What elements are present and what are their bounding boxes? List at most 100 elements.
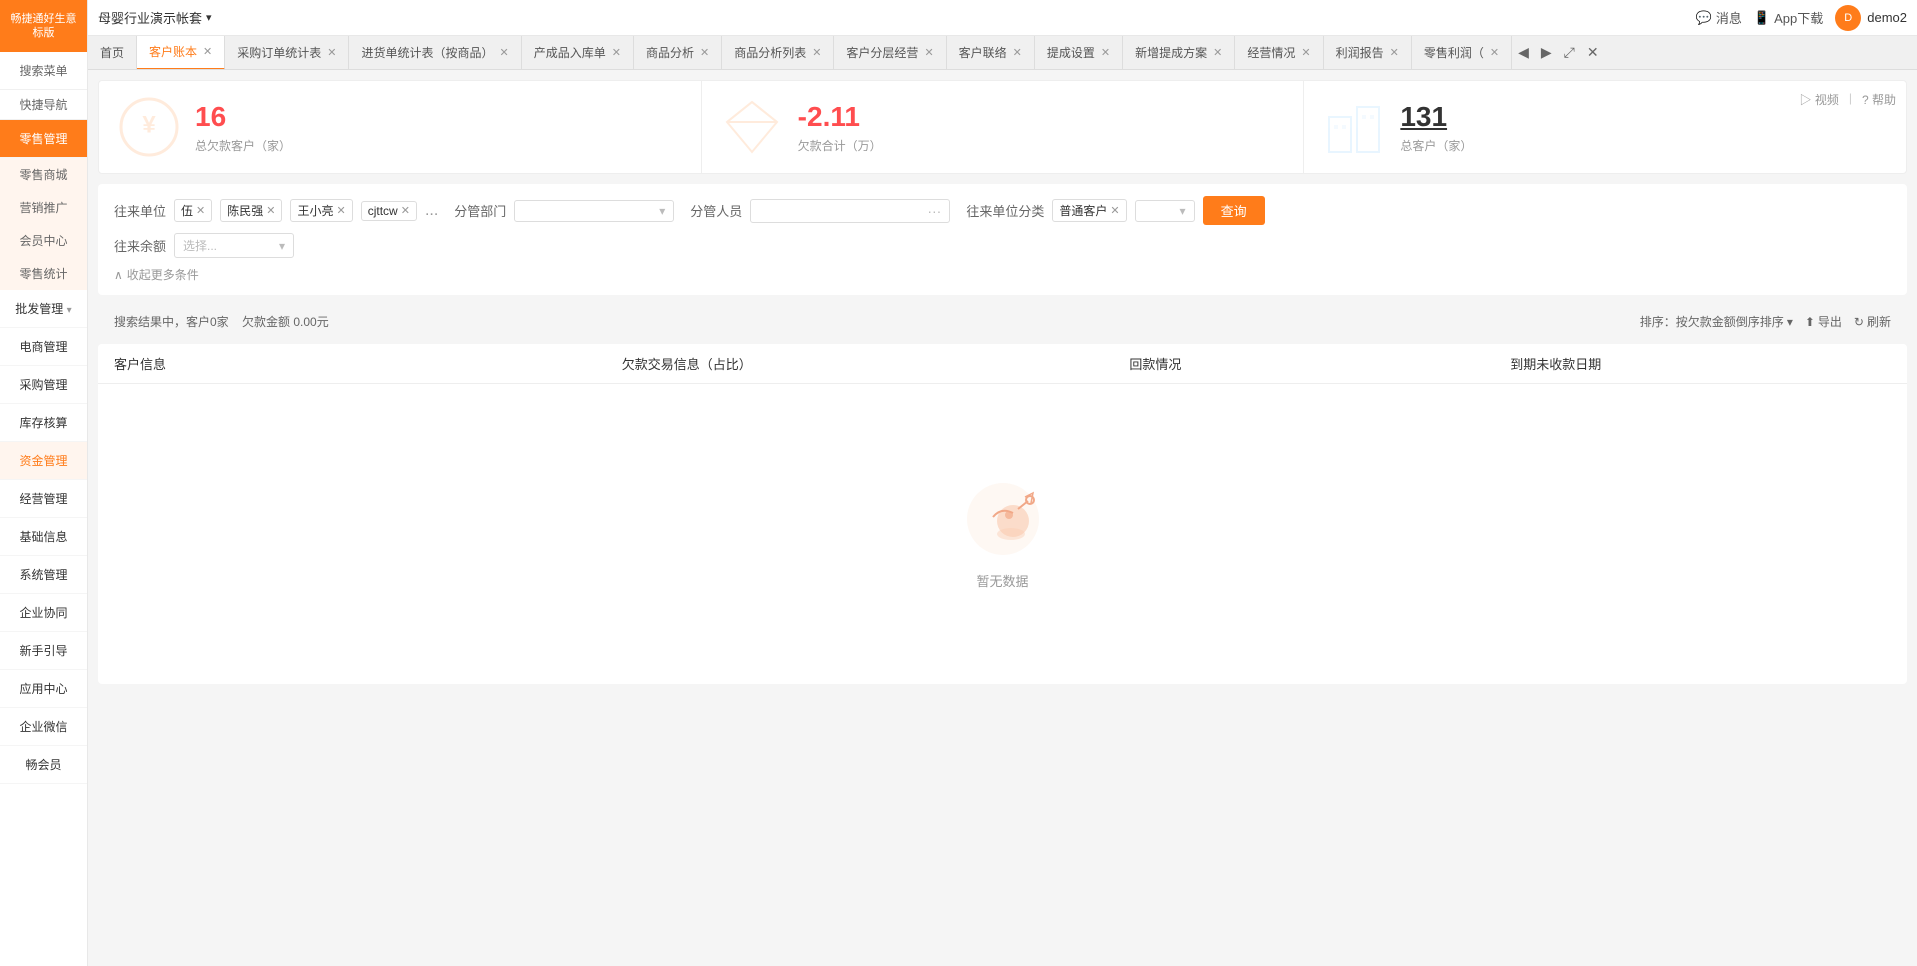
industry-selector[interactable]: 母婴行业演示帐套 ▾ xyxy=(98,8,212,27)
stat-label-debt: 欠款合计（万） xyxy=(798,137,882,154)
sidebar-quick-nav[interactable]: 快捷导航 xyxy=(0,90,87,120)
tab-purchase-order[interactable]: 采购订单统计表 ✕ xyxy=(225,36,349,70)
tab-scroll-left[interactable]: ◀ xyxy=(1512,36,1535,70)
sidebar-sub-member-center[interactable]: 会员中心 xyxy=(0,224,87,257)
tab-close-icon-4[interactable]: ✕ xyxy=(612,46,621,59)
tab-profit[interactable]: 利润报告 ✕ xyxy=(1324,36,1412,70)
collapse-button[interactable]: ∧ 收起更多条件 xyxy=(114,266,1891,283)
top-bar: 母婴行业演示帐套 ▾ 💬 消息 📱 App下载 D demo2 xyxy=(88,0,1917,36)
sidebar-item-purchase[interactable]: 采购管理 xyxy=(0,366,87,404)
sidebar-sub-marketing[interactable]: 营销推广 xyxy=(0,191,87,224)
filter-tag-unit-0[interactable]: 伍 ✕ xyxy=(174,199,212,222)
top-bar-right: 💬 消息 📱 App下载 D demo2 xyxy=(1696,5,1907,31)
tab-close-icon[interactable]: ✕ xyxy=(203,45,212,58)
sidebar-item-app-center[interactable]: 应用中心 xyxy=(0,670,87,708)
tab-customer-contact[interactable]: 客户联络 ✕ xyxy=(947,36,1035,70)
industry-name: 母婴行业演示帐套 xyxy=(98,8,202,27)
filter-tag-close-0[interactable]: ✕ xyxy=(196,204,205,217)
tab-customer-segment[interactable]: 客户分层经营 ✕ xyxy=(834,36,946,70)
tab-close-icon-7[interactable]: ✕ xyxy=(924,46,933,59)
app-icon: 📱 xyxy=(1754,10,1770,26)
tab-close-icon-9[interactable]: ✕ xyxy=(1101,46,1110,59)
refresh-button[interactable]: ↻ 刷新 xyxy=(1854,313,1891,330)
sidebar-sub-retail-mall[interactable]: 零售商城 xyxy=(0,158,87,191)
tab-close-icon-11[interactable]: ✕ xyxy=(1301,46,1310,59)
table-header: 客户信息 欠款交易信息（占比） 回款情况 到期未收款日期 xyxy=(98,344,1907,384)
person-more-icon: ··· xyxy=(927,203,941,219)
tab-close-icon-8[interactable]: ✕ xyxy=(1013,46,1022,59)
tab-close-icon-2[interactable]: ✕ xyxy=(327,46,336,59)
sidebar-item-basic-info[interactable]: 基础信息 xyxy=(0,518,87,556)
filter-tag-close-2[interactable]: ✕ xyxy=(337,204,346,217)
sidebar-item-ecommerce[interactable]: 电商管理 xyxy=(0,328,87,366)
tab-incoming-stats[interactable]: 进货单统计表（按商品） ✕ xyxy=(349,36,521,70)
tab-close-icon-5[interactable]: ✕ xyxy=(700,46,709,59)
help-link[interactable]: ? 帮助 xyxy=(1862,91,1896,108)
filter-more-btn[interactable]: ... xyxy=(425,202,438,220)
tab-expand-icon[interactable]: ⤢ xyxy=(1558,36,1581,70)
sidebar-item-enterprise[interactable]: 企业协同 xyxy=(0,594,87,632)
filter-tag-class[interactable]: 普通客户 ✕ xyxy=(1052,199,1126,222)
user-profile[interactable]: D demo2 xyxy=(1835,5,1907,31)
dept-arrow-icon: ▾ xyxy=(659,204,665,218)
sidebar-item-wholesale[interactable]: 批发管理 ▾ xyxy=(0,290,87,328)
class-arrow-icon: ▾ xyxy=(1180,204,1186,218)
tab-close-icon-10[interactable]: ✕ xyxy=(1213,46,1222,59)
col-debt-info: 欠款交易信息（占比） xyxy=(622,354,1130,373)
sidebar-item-guide[interactable]: 新手引导 xyxy=(0,632,87,670)
sidebar-item-retail-management[interactable]: 零售管理 xyxy=(0,120,87,158)
balance-select[interactable]: 选择... ▾ xyxy=(174,233,294,258)
sidebar-search[interactable]: 搜索菜单 xyxy=(0,52,87,90)
sort-select[interactable]: 排序：按欠款金额倒序排序 ▾ xyxy=(1640,313,1793,330)
filter-tag-class-close[interactable]: ✕ xyxy=(1110,204,1119,217)
industry-chevron-icon: ▾ xyxy=(206,11,212,24)
query-button[interactable]: 查询 xyxy=(1203,196,1265,225)
stats-row: ¥ 16 总欠款客户（家） xyxy=(98,80,1907,174)
message-button[interactable]: 💬 消息 xyxy=(1696,8,1742,27)
sidebar-item-inventory[interactable]: 库存核算 xyxy=(0,404,87,442)
balance-label: 往来余额 xyxy=(114,236,166,255)
filter-row-1: 往来单位 伍 ✕ 陈民强 ✕ 王小亮 ✕ cjttcw ✕ ... xyxy=(114,196,1891,225)
tab-home[interactable]: 首页 xyxy=(88,36,137,70)
dept-select[interactable]: ▾ xyxy=(514,200,674,222)
tab-close-icon-13[interactable]: ✕ xyxy=(1490,46,1499,59)
filter-tag-unit-2[interactable]: 王小亮 ✕ xyxy=(290,199,352,222)
tab-product-analysis-list[interactable]: 商品分析列表 ✕ xyxy=(722,36,834,70)
filter-tag-close-3[interactable]: ✕ xyxy=(401,204,410,217)
svg-text:¥: ¥ xyxy=(142,111,156,138)
tab-retail-profit[interactable]: 零售利润（ ✕ xyxy=(1412,36,1512,70)
unit-class-select[interactable]: ▾ xyxy=(1135,200,1195,222)
filter-tag-close-1[interactable]: ✕ xyxy=(266,204,275,217)
tab-product-inbound[interactable]: 产成品入库单 ✕ xyxy=(522,36,634,70)
app-download-button[interactable]: 📱 App下载 xyxy=(1754,8,1823,27)
empty-text: 暂无数据 xyxy=(976,571,1028,590)
tab-close-icon-12[interactable]: ✕ xyxy=(1390,46,1399,59)
refresh-icon: ↻ xyxy=(1854,315,1864,329)
tab-close-icon-3[interactable]: ✕ xyxy=(500,46,509,59)
export-button[interactable]: ⬆ 导出 xyxy=(1805,313,1842,330)
sidebar-item-operations[interactable]: 经营管理 xyxy=(0,480,87,518)
tab-close-icon-6[interactable]: ✕ xyxy=(812,46,821,59)
tab-product-analysis[interactable]: 商品分析 ✕ xyxy=(634,36,722,70)
collapse-up-icon: ∧ xyxy=(114,268,123,282)
stat-label-total: 总客户（家） xyxy=(1400,137,1472,154)
person-select[interactable]: ··· xyxy=(750,199,950,223)
sidebar-item-capital[interactable]: 资金管理 xyxy=(0,442,87,480)
filter-row-2: 往来余额 选择... ▾ xyxy=(114,233,1891,258)
tab-promotion-settings[interactable]: 提成设置 ✕ xyxy=(1035,36,1123,70)
tab-close-all-icon[interactable]: ✕ xyxy=(1581,36,1605,70)
tab-business[interactable]: 经营情况 ✕ xyxy=(1235,36,1323,70)
sidebar-sub-retail-stats[interactable]: 零售统计 xyxy=(0,257,87,290)
tab-customer-account[interactable]: 客户账本 ✕ xyxy=(137,36,225,70)
filter-tag-unit-3[interactable]: cjttcw ✕ xyxy=(361,201,417,221)
sort-label: 排序：按欠款金额倒序排序 xyxy=(1640,313,1784,330)
filter-tag-unit-1[interactable]: 陈民强 ✕ xyxy=(220,199,282,222)
tab-scroll-right[interactable]: ▶ xyxy=(1535,36,1558,70)
stat-card-total: ▷ 视频 | ? 帮助 131 总客户（家） xyxy=(1304,81,1906,173)
stat-card-customers: ¥ 16 总欠款客户（家） xyxy=(99,81,702,173)
sidebar-item-wechat[interactable]: 企业微信 xyxy=(0,708,87,746)
tab-new-promotion[interactable]: 新增提成方案 ✕ xyxy=(1123,36,1235,70)
sidebar-item-system[interactable]: 系统管理 xyxy=(0,556,87,594)
sidebar-item-vip[interactable]: 畅会员 xyxy=(0,746,87,784)
video-link[interactable]: ▷ 视频 xyxy=(1800,91,1839,108)
